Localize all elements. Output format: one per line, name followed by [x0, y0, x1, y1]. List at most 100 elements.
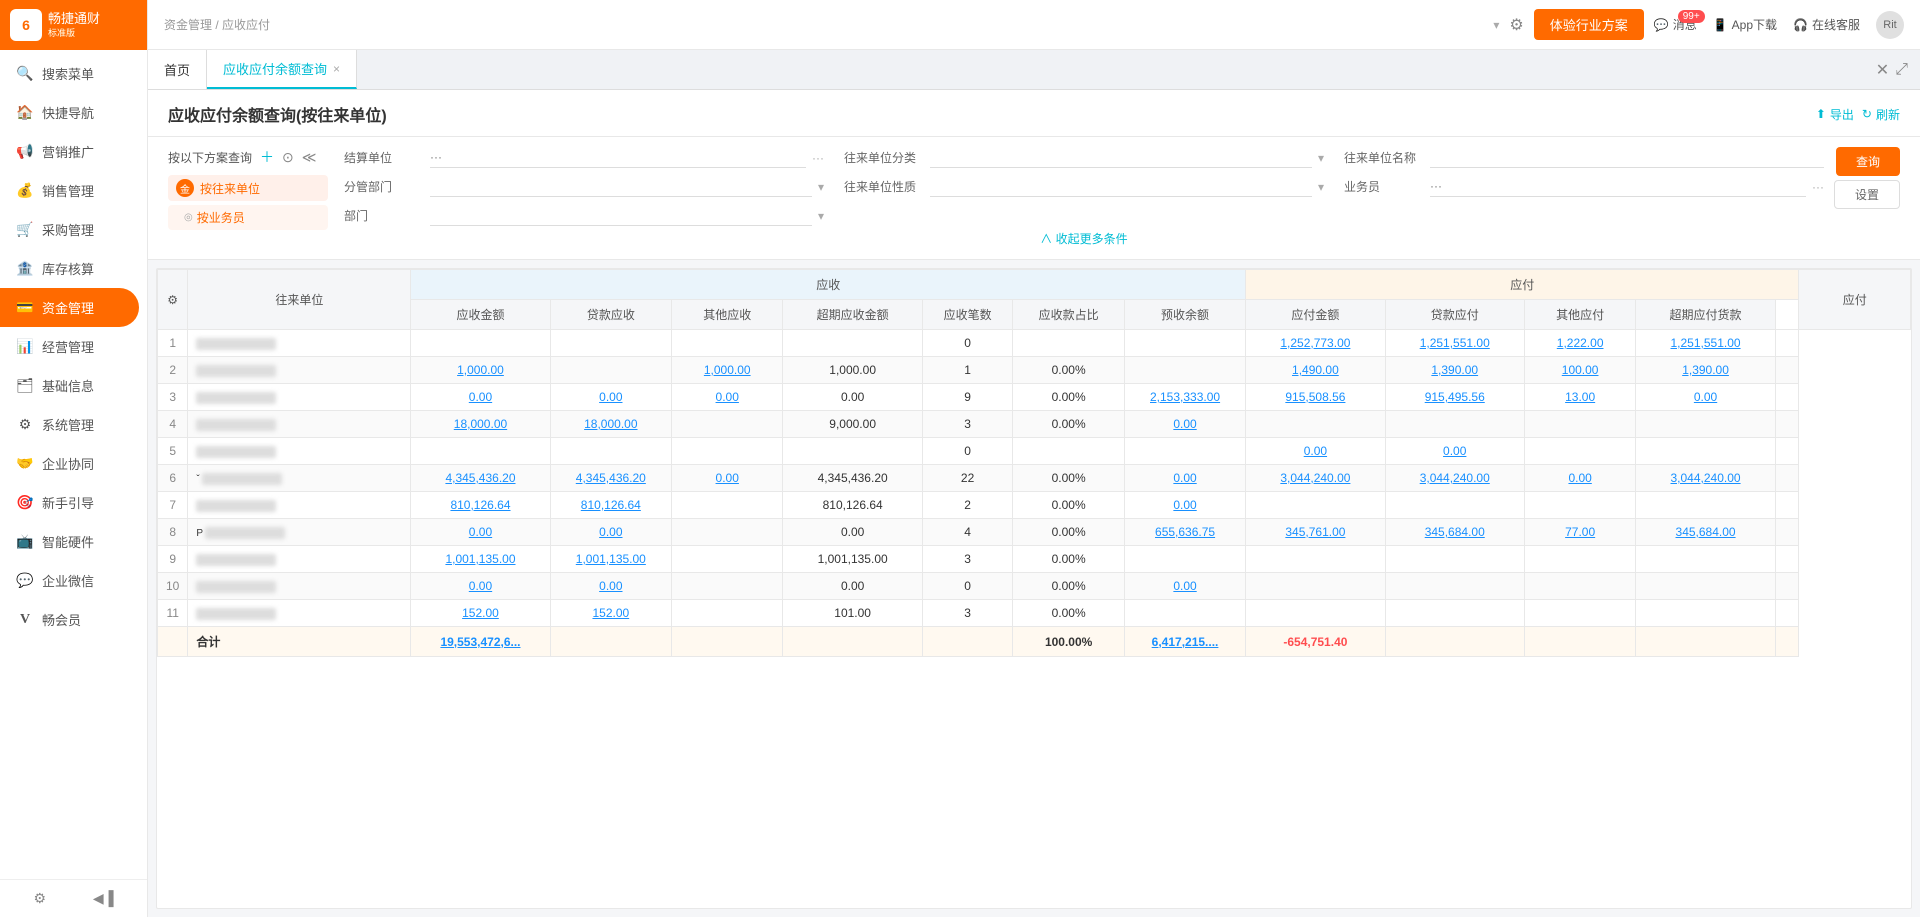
footer-ap-other — [1524, 627, 1635, 657]
row-ap-amount-2: 1,490.00 — [1246, 357, 1385, 384]
row-ar-other-1 — [672, 330, 783, 357]
sidebar-label-operations: 经营管理 — [42, 337, 94, 356]
refresh-button[interactable]: ↻ 刷新 — [1862, 106, 1900, 123]
sidebar-item-purchase[interactable]: 🛒 采购管理 — [0, 210, 147, 249]
sidebar-label-marketing: 营销推广 — [42, 142, 94, 161]
table-container[interactable]: ⚙ 往来单位 应收 应付 应付 应收金额 贷款应收 其他应收 超期应收金额 应收… — [156, 268, 1912, 909]
table-row: 4 18,000.00 18,000.00 9,000.00 3 0.00% 0… — [158, 411, 1911, 438]
row-num-9: 9 — [158, 546, 188, 573]
row-ar-other-11 — [672, 600, 783, 627]
salesperson-input[interactable] — [1430, 176, 1806, 197]
sidebar-item-member[interactable]: V 畅会员 — [0, 600, 147, 639]
export-button[interactable]: ⬆ 导出 — [1816, 106, 1854, 123]
settings-button[interactable]: 设置 — [1834, 180, 1900, 209]
sidebar-item-marketing[interactable]: 📢 营销推广 — [0, 132, 147, 171]
table-row: 9 1,001,135.00 1,001,135.00 1,001,135.00… — [158, 546, 1911, 573]
sidebar-item-operations[interactable]: 📊 经营管理 — [0, 327, 147, 366]
row-ap-amount-6: 3,044,240.00 — [1246, 465, 1385, 492]
sidebar-item-sysadmin[interactable]: ⚙ 系统管理 — [0, 405, 147, 444]
sidebar-item-search[interactable]: 🔍 搜索菜单 — [0, 54, 147, 93]
row-ap-loan-1: 1,251,551.00 — [1385, 330, 1524, 357]
collapse-text: 收起更多条件 — [1056, 232, 1128, 246]
sidebar-item-finance[interactable]: 💳 资金管理 — [0, 288, 139, 327]
chevron-down-icon[interactable]: ▾ — [1493, 18, 1499, 32]
finance-icon: 💳 — [16, 299, 34, 316]
sidebar-item-basicinfo[interactable]: 🗂 基础信息 — [0, 366, 147, 405]
sidebar-item-enterprise[interactable]: 🤝 企业协同 — [0, 444, 147, 483]
filter-label-partner-nature: 往来单位性质 — [844, 178, 924, 195]
filter-collapse-row[interactable]: ∧ 收起更多条件 — [344, 226, 1824, 251]
table-row: 6 ˇ 4,345,436.20 4,345,436.20 0.00 4,345… — [158, 465, 1911, 492]
filter-scheme-by-employee[interactable]: ◎ 按业务员 — [168, 205, 328, 230]
row-partner-11 — [188, 600, 411, 627]
close-window-icon[interactable]: ✕ — [1876, 60, 1889, 80]
refresh-icon: ↻ — [1862, 107, 1872, 121]
partner-nature-input[interactable] — [930, 176, 1312, 197]
page-actions: ⬆ 导出 ↻ 刷新 — [1816, 106, 1900, 123]
partner-name-input[interactable] — [1430, 147, 1824, 168]
row-ap-overdue-10 — [1636, 573, 1775, 600]
sidebar-item-newbie[interactable]: 🎯 新手引导 — [0, 483, 147, 522]
tab-arbalance[interactable]: 应收应付余额查询 × — [207, 50, 357, 89]
partner-category-chevron[interactable]: ▾ — [1318, 151, 1324, 165]
dept-manager-chevron[interactable]: ▾ — [818, 180, 824, 194]
tab-close-icon[interactable]: × — [333, 62, 340, 76]
settlement-unit-input[interactable] — [430, 147, 806, 168]
sidebar-item-quicknav[interactable]: 🏠 快捷导航 — [0, 93, 147, 132]
department-chevron[interactable]: ▾ — [818, 209, 824, 223]
th-group-payable: 应付 — [1246, 270, 1799, 300]
row-ap-loan-11 — [1385, 600, 1524, 627]
th-ar-amount: 应收金额 — [411, 300, 550, 330]
download-btn[interactable]: 📱 App下载 — [1713, 16, 1777, 33]
th-ar-ratio: 应收款占比 — [1013, 300, 1124, 330]
filter-add-btn[interactable]: ＋ — [260, 147, 274, 167]
sidebar-settings-btn[interactable]: ⚙ — [33, 890, 46, 907]
row-ar-loan-5 — [550, 438, 671, 465]
salesperson-more-icon[interactable]: ··· — [1812, 180, 1824, 194]
th-ar-other: 其他应收 — [672, 300, 783, 330]
dept-manager-input[interactable] — [430, 176, 812, 197]
row-ar-prepaid-7: 0.00 — [1124, 492, 1245, 519]
sidebar-item-hardware[interactable]: 📺 智能硬件 — [0, 522, 147, 561]
logo-badge: 标准版 — [48, 26, 100, 39]
row-ar-ratio-11: 0.00% — [1013, 600, 1124, 627]
user-avatar[interactable]: Rit — [1876, 11, 1904, 39]
sidebar: 6 畅捷通财 标准版 🔍 搜索菜单 🏠 快捷导航 📢 营销推广 💰 销售管理 🛒… — [0, 0, 148, 917]
download-label: App下载 — [1732, 16, 1777, 33]
department-input[interactable] — [430, 205, 812, 226]
query-button[interactable]: 查询 — [1836, 147, 1900, 176]
sidebar-item-sales[interactable]: 💰 销售管理 — [0, 171, 147, 210]
filter-label-department: 部门 — [344, 207, 424, 224]
filter-collapse-icon[interactable]: ≪ — [302, 149, 317, 166]
settlement-unit-more-icon[interactable]: ··· — [812, 151, 824, 165]
tab-home[interactable]: 首页 — [148, 50, 207, 89]
row-ar-amount-6: 4,345,436.20 — [411, 465, 550, 492]
trial-button[interactable]: 体验行业方案 — [1534, 9, 1644, 40]
row-ar-prepaid-2 — [1124, 357, 1245, 384]
row-ar-prepaid-5 — [1124, 438, 1245, 465]
row-ar-amount-11: 152.00 — [411, 600, 550, 627]
row-ar-loan-2 — [550, 357, 671, 384]
sidebar-label-purchase: 采购管理 — [42, 220, 94, 239]
row-ar-prepaid-3: 2,153,333.00 — [1124, 384, 1245, 411]
sidebar-label-member: 畅会员 — [42, 610, 81, 629]
partner-category-input[interactable] — [930, 147, 1312, 168]
row-ap-col-2 — [1775, 357, 1799, 384]
gear-icon[interactable]: ⚙ — [1509, 15, 1523, 35]
row-ap-amount-3: 915,508.56 — [1246, 384, 1385, 411]
table-settings-icon-cell[interactable]: ⚙ — [158, 270, 188, 330]
filter-settings-icon[interactable]: ⊙ — [282, 149, 294, 166]
filter-scheme-by-partner[interactable]: 金 按往来单位 — [168, 175, 328, 201]
expand-icon[interactable]: ⤢ — [1895, 61, 1908, 79]
row-partner-10 — [188, 573, 411, 600]
sidebar-item-wechat[interactable]: 💬 企业微信 — [0, 561, 147, 600]
partner-nature-chevron[interactable]: ▾ — [1318, 180, 1324, 194]
row-ap-overdue-4 — [1636, 411, 1775, 438]
sidebar-item-inventory[interactable]: 🏦 库存核算 — [0, 249, 147, 288]
row-partner-6: ˇ — [188, 465, 411, 492]
service-btn[interactable]: 🎧 在线客服 — [1793, 16, 1860, 33]
row-ar-prepaid-1 — [1124, 330, 1245, 357]
message-btn[interactable]: 💬 消息 99+ — [1654, 16, 1697, 33]
sidebar-label-hardware: 智能硬件 — [42, 532, 94, 551]
sidebar-collapse-btn[interactable]: ◀▐ — [93, 890, 114, 907]
